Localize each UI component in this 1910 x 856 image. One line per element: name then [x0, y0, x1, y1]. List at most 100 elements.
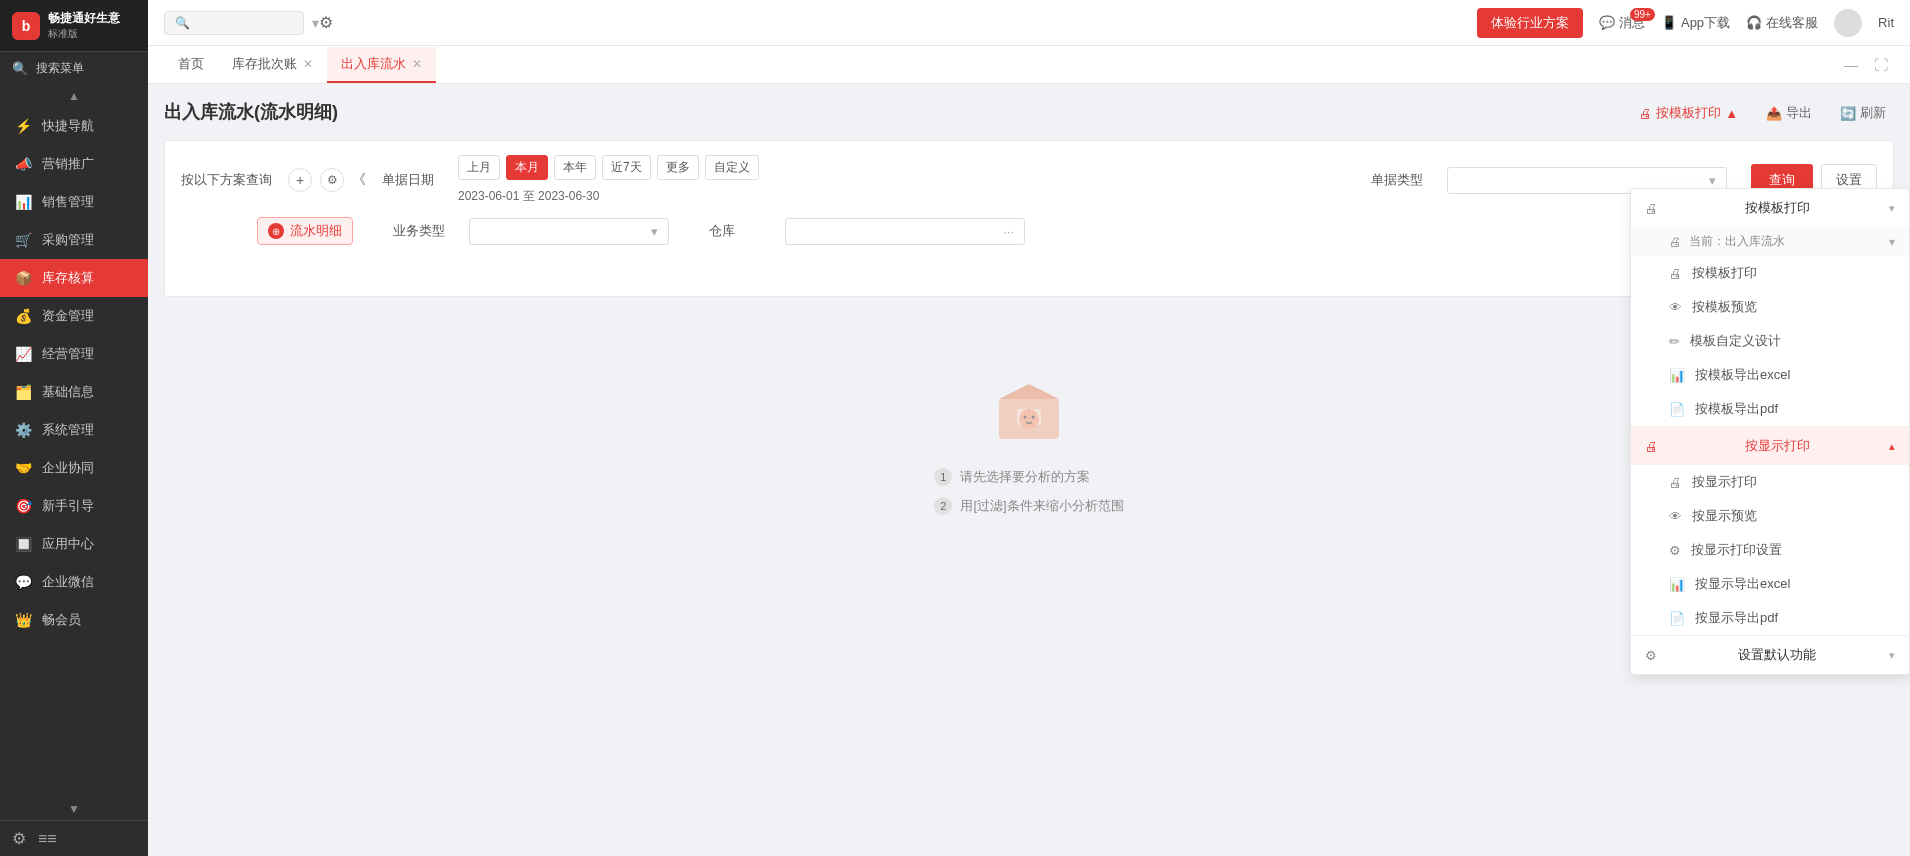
message-btn[interactable]: 💬 消息 99+: [1599, 14, 1645, 32]
settings-icon[interactable]: ⚙: [12, 829, 26, 848]
display-pdf-item[interactable]: 📄 按显示导出pdf: [1631, 601, 1909, 635]
template-print-icon: 🖨: [1645, 201, 1658, 216]
date-btn-this-month[interactable]: 本月: [506, 155, 548, 180]
menu-toggle-icon[interactable]: ≡≡: [38, 830, 57, 848]
svg-point-4: [1019, 409, 1039, 429]
step-2-num: 2: [934, 497, 952, 515]
date-btn-custom[interactable]: 自定义: [705, 155, 759, 180]
warehouse-select[interactable]: ···: [785, 218, 1025, 245]
filter-collapse-btn[interactable]: 《: [352, 171, 366, 189]
sidebar-item-sales[interactable]: 📊 销售管理: [0, 183, 148, 221]
topbar-search[interactable]: 🔍: [164, 11, 304, 35]
sidebar-item-finance[interactable]: 💰 资金管理: [0, 297, 148, 335]
default-settings-icon: ⚙: [1645, 648, 1657, 663]
tab-expand-icon[interactable]: ⛶: [1868, 55, 1894, 75]
tab-flow-water-label: 出入库流水: [341, 55, 406, 73]
filter-settings-btn[interactable]: ⚙: [320, 168, 344, 192]
message-icon: 💬: [1599, 15, 1615, 30]
filter-add-btn[interactable]: +: [288, 168, 312, 192]
date-btn-last-month[interactable]: 上月: [458, 155, 500, 180]
tab-minimize-icon[interactable]: —: [1838, 55, 1864, 75]
sidebar-item-quick-nav[interactable]: ⚡ 快捷导航: [0, 107, 148, 145]
app-logo: b 畅捷通好生意 标准版: [0, 0, 148, 52]
default-settings-header[interactable]: ⚙ 设置默认功能 ▾: [1631, 636, 1909, 674]
trial-btn[interactable]: 体验行业方案: [1477, 8, 1583, 38]
basic-icon: 🗂️: [12, 384, 34, 400]
purchase-icon: 🛒: [12, 232, 34, 248]
template-pdf-label: 按模板导出pdf: [1695, 400, 1778, 418]
tab-batch-account-label: 库存批次账: [232, 55, 297, 73]
export-icon: 📤: [1766, 106, 1782, 121]
template-pdf-item[interactable]: 📄 按模板导出pdf: [1631, 392, 1909, 426]
page-toolbar: 🖨 按模板打印 ▲ 📤 导出 🔄 刷新: [1631, 100, 1894, 126]
refresh-btn[interactable]: 🔄 刷新: [1832, 100, 1894, 126]
tab-batch-account-close[interactable]: ✕: [303, 57, 313, 71]
tabbar: 首页 库存批次账 ✕ 出入库流水 ✕ — ⛶: [148, 46, 1910, 84]
template-print-item[interactable]: 🖨 按模板打印: [1631, 256, 1909, 290]
sidebar-scroll-down[interactable]: ▼: [0, 798, 148, 820]
date-range: 2023-06-01 至 2023-06-30: [458, 188, 759, 205]
sidebar-item-member[interactable]: 👑 畅会员: [0, 601, 148, 639]
refresh-label: 刷新: [1860, 104, 1886, 122]
step-1-num: 1: [934, 468, 952, 486]
sidebar-item-enterprise[interactable]: 🤝 企业协同: [0, 449, 148, 487]
template-print-current-icon: 🖨: [1669, 235, 1681, 249]
template-print-chevron: ▾: [1889, 202, 1895, 215]
template-preview-item[interactable]: 👁 按模板预览: [1631, 290, 1909, 324]
display-excel-item[interactable]: 📊 按显示导出excel: [1631, 567, 1909, 601]
app-download-btn[interactable]: 📱 App下载: [1661, 14, 1730, 32]
app-download-label: App下载: [1681, 14, 1730, 32]
sidebar-item-tutorial[interactable]: 🎯 新手引导: [0, 487, 148, 525]
user-avatar[interactable]: [1834, 9, 1862, 37]
sidebar-item-marketing[interactable]: 📣 营销推广: [0, 145, 148, 183]
sidebar-item-app-center[interactable]: 🔲 应用中心: [0, 525, 148, 563]
template-custom-item[interactable]: ✏ 模板自定义设计: [1631, 324, 1909, 358]
search-menu[interactable]: 🔍 搜索菜单: [0, 52, 148, 85]
tab-batch-account[interactable]: 库存批次账 ✕: [218, 47, 327, 83]
topbar-gear-icon[interactable]: ⚙: [319, 13, 333, 32]
sidebar-item-inventory[interactable]: 📦 库存核算: [0, 259, 148, 297]
finance-icon: 💰: [12, 308, 34, 324]
svg-point-5: [1024, 416, 1027, 419]
sidebar-item-operations[interactable]: 📈 经营管理: [0, 335, 148, 373]
date-btn-7-days[interactable]: 近7天: [602, 155, 651, 180]
tab-flow-water[interactable]: 出入库流水 ✕: [327, 47, 436, 83]
online-service-label: 在线客服: [1766, 14, 1818, 32]
sidebar: b 畅捷通好生意 标准版 🔍 搜索菜单 ▲ ⚡ 快捷导航 📣 营销推广 📊 销售…: [0, 0, 148, 856]
search-icon: 🔍: [12, 61, 28, 76]
display-preview-label: 按显示预览: [1692, 507, 1757, 525]
warehouse-ellipsis: ···: [1003, 224, 1014, 239]
sidebar-item-wechat[interactable]: 💬 企业微信: [0, 563, 148, 601]
template-excel-item[interactable]: 📊 按模板导出excel: [1631, 358, 1909, 392]
template-print-sub-label: 按模板打印: [1692, 264, 1757, 282]
export-btn[interactable]: 📤 导出: [1758, 100, 1820, 126]
sidebar-item-purchase[interactable]: 🛒 采购管理: [0, 221, 148, 259]
date-btn-more[interactable]: 更多: [657, 155, 699, 180]
business-type-select[interactable]: ▾: [469, 218, 669, 245]
display-print-icon: 🖨: [1645, 439, 1658, 454]
display-print-settings-item[interactable]: ⚙ 按显示打印设置: [1631, 533, 1909, 567]
sidebar-item-system[interactable]: ⚙️ 系统管理: [0, 411, 148, 449]
tab-flow-water-close[interactable]: ✕: [412, 57, 422, 71]
quick-nav-icon: ⚡: [12, 118, 34, 134]
template-custom-icon: ✏: [1669, 334, 1680, 349]
display-print-settings-icon: ⚙: [1669, 543, 1681, 558]
display-print-header[interactable]: 🖨 按显示打印 ▴: [1631, 427, 1909, 465]
flow-tag[interactable]: ⊕ 流水明细: [257, 217, 353, 245]
topbar-dropdown-icon[interactable]: ▾: [312, 15, 319, 31]
app-center-icon: 🔲: [12, 536, 34, 552]
display-preview-item[interactable]: 👁 按显示预览: [1631, 499, 1909, 533]
display-pdf-icon: 📄: [1669, 611, 1685, 626]
display-print-item[interactable]: 🖨 按显示打印: [1631, 465, 1909, 499]
print-btn[interactable]: 🖨 按模板打印 ▲: [1631, 100, 1746, 126]
business-type-label: 业务类型: [393, 222, 453, 240]
online-service-btn[interactable]: 🎧 在线客服: [1746, 14, 1818, 32]
username[interactable]: Rit: [1878, 15, 1894, 30]
svg-point-6: [1032, 416, 1035, 419]
logo-icon: b: [12, 12, 40, 40]
date-btn-this-year[interactable]: 本年: [554, 155, 596, 180]
template-print-header[interactable]: 🖨 按模板打印 ▾: [1631, 189, 1909, 227]
tab-home[interactable]: 首页: [164, 47, 218, 83]
sidebar-item-basic[interactable]: 🗂️ 基础信息: [0, 373, 148, 411]
sidebar-scroll-up[interactable]: ▲: [0, 85, 148, 107]
